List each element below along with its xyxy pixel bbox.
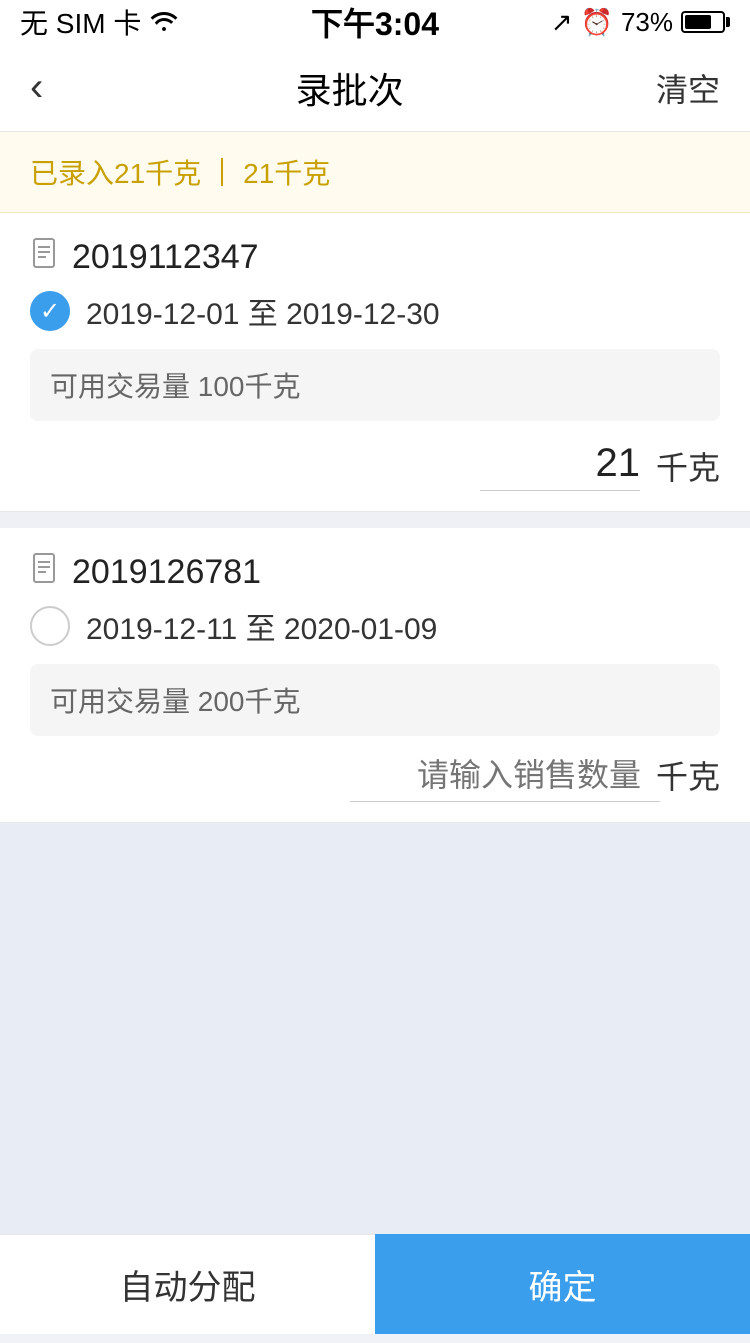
confirm-button[interactable]: 确定	[375, 1234, 750, 1334]
batch-2-date-row: 2019-12-11 至 2020-01-09	[30, 604, 720, 648]
batch-1-quantity-value: 21	[595, 441, 640, 486]
batch-1-available: 可用交易量 100千克	[30, 349, 720, 421]
input-underline	[350, 801, 660, 802]
nav-bar: ‹ 录批次 清空	[0, 44, 750, 132]
batch-1-date: 2019-12-01 至 2019-12-30	[86, 289, 440, 333]
batch-1-quantity-row: 21 千克	[0, 421, 750, 512]
batch-2-quantity-input[interactable]	[356, 757, 656, 794]
wifi-icon	[149, 6, 179, 38]
status-time: 下午3:04	[311, 0, 439, 45]
batch-1-radio[interactable]	[30, 291, 70, 331]
alarm-icon: ⏰	[581, 7, 613, 38]
batch-1-header: 2019112347	[30, 237, 720, 277]
batch-2-radio[interactable]	[30, 606, 70, 646]
back-button[interactable]: ‹	[30, 65, 43, 110]
batch-1-item: 2019112347 2019-12-01 至 2019-12-30 可用交易量…	[0, 213, 750, 421]
clear-button[interactable]: 清空	[656, 65, 720, 111]
batch-2-header: 2019126781	[30, 552, 720, 592]
auto-distribute-button[interactable]: 自动分配	[0, 1234, 375, 1334]
summary-bar: 已录入21千克 21千克	[0, 132, 750, 213]
doc-icon-1	[30, 237, 62, 277]
batch-2-item: 2019126781 2019-12-11 至 2020-01-09 可用交易量…	[0, 528, 750, 736]
section-divider	[0, 512, 750, 528]
page-title: 录批次	[296, 62, 404, 114]
battery-icon	[681, 11, 730, 33]
batch-2-input-row: 千克	[0, 736, 750, 823]
location-icon: ↗	[551, 7, 573, 38]
battery-percent: 73%	[621, 7, 673, 38]
status-left: 无 SIM 卡	[20, 2, 179, 42]
status-right: ↗ ⏰ 73%	[551, 7, 730, 38]
gray-area	[0, 823, 750, 1243]
batch-1-date-row: 2019-12-01 至 2019-12-30	[30, 289, 720, 333]
carrier-text: 无 SIM 卡	[20, 2, 141, 42]
summary-label: 已录入21千克	[30, 152, 201, 192]
batch-2-unit: 千克	[656, 752, 720, 798]
batch-1-unit: 千克	[656, 443, 720, 489]
batch-1-container: 2019112347 2019-12-01 至 2019-12-30 可用交易量…	[0, 213, 750, 512]
content: 已录入21千克 21千克 2019112347 2019-12-01 至 2	[0, 132, 750, 1343]
batch-1-id: 2019112347	[72, 238, 259, 277]
batch-2-available: 可用交易量 200千克	[30, 664, 720, 736]
doc-icon-2	[30, 552, 62, 592]
bottom-bar: 自动分配 确定	[0, 1234, 750, 1334]
summary-value: 21千克	[243, 152, 330, 192]
batch-2-date: 2019-12-11 至 2020-01-09	[86, 604, 437, 648]
batch-2-container: 2019126781 2019-12-11 至 2020-01-09 可用交易量…	[0, 528, 750, 823]
summary-divider	[221, 158, 223, 186]
batch-2-id: 2019126781	[72, 553, 261, 592]
status-bar: 无 SIM 卡 下午3:04 ↗ ⏰ 73%	[0, 0, 750, 44]
